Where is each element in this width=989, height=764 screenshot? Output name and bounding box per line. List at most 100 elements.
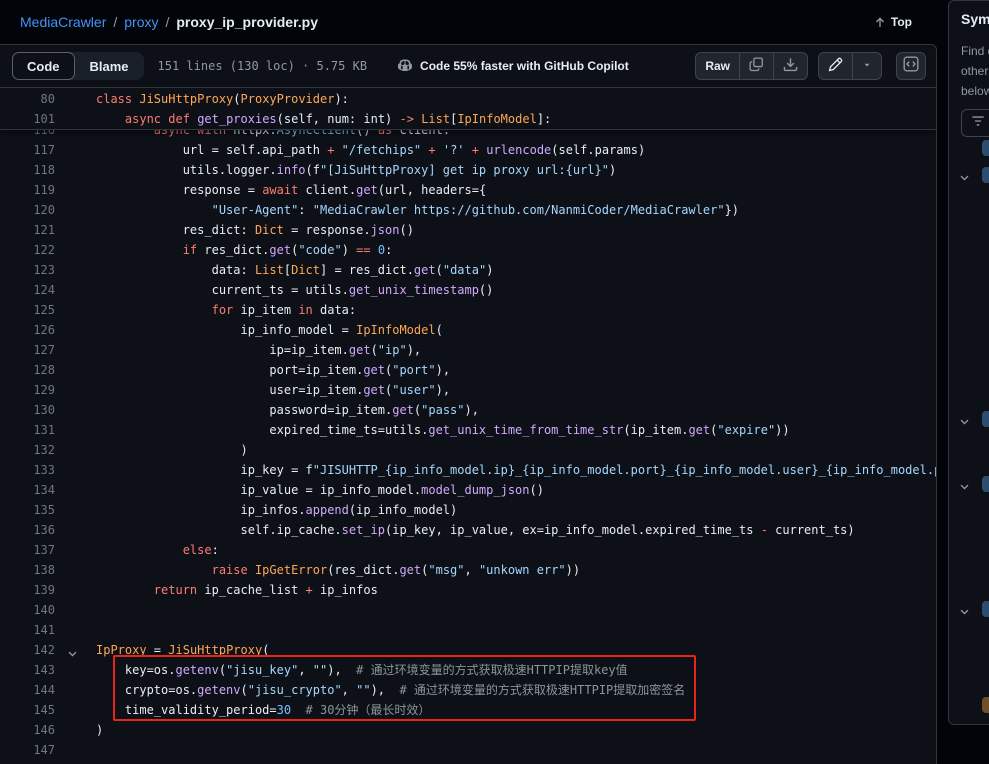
code-line: 146) — [0, 720, 936, 740]
line-number[interactable]: 118 — [0, 160, 55, 180]
line-number[interactable]: 117 — [0, 140, 55, 160]
code-gutter — [55, 180, 96, 200]
code-text: password=ip_item.get("pass"), — [96, 400, 479, 420]
line-number[interactable]: 126 — [0, 320, 55, 340]
code-gutter — [55, 560, 96, 580]
line-number[interactable]: 131 — [0, 420, 55, 440]
code-line: 135 ip_infos.append(ip_info_model) — [0, 500, 936, 520]
code-text: utils.logger.info(f"[JiSuHttpProxy] get … — [96, 160, 616, 180]
copilot-banner-text: Code 55% faster with GitHub Copilot — [420, 59, 629, 73]
line-number[interactable]: 120 — [0, 200, 55, 220]
line-number[interactable]: 123 — [0, 260, 55, 280]
code-text: for ip_item in data: — [96, 300, 356, 320]
symbol-row-chevron-icon[interactable] — [959, 170, 970, 188]
line-number[interactable]: 140 — [0, 600, 55, 620]
line-number[interactable]: 80 — [0, 89, 55, 109]
line-number[interactable]: 116 — [0, 130, 55, 140]
symbol-kind-badge[interactable] — [982, 697, 989, 713]
copilot-icon — [397, 57, 413, 76]
symbol-row-chevron-icon[interactable] — [959, 479, 970, 497]
code-line: 129 user=ip_item.get("user"), — [0, 380, 936, 400]
line-number[interactable]: 134 — [0, 480, 55, 500]
line-number[interactable]: 122 — [0, 240, 55, 260]
code-line: 126 ip_info_model = IpInfoModel( — [0, 320, 936, 340]
code-gutter — [55, 380, 96, 400]
code-gutter — [55, 300, 96, 320]
code-gutter — [55, 340, 96, 360]
tab-code[interactable]: Code — [12, 52, 75, 80]
line-number[interactable]: 125 — [0, 300, 55, 320]
code-text: class JiSuHttpProxy(ProxyProvider): — [96, 89, 349, 109]
download-raw-button[interactable] — [773, 53, 807, 79]
code-line: 139 return ip_cache_list + ip_infos — [0, 580, 936, 600]
code-text: ip=ip_item.get("ip"), — [96, 340, 421, 360]
symbol-row-chevron-icon[interactable] — [959, 604, 970, 622]
line-number[interactable]: 138 — [0, 560, 55, 580]
breadcrumb-folder-link[interactable]: proxy — [124, 14, 158, 30]
line-number[interactable]: 136 — [0, 520, 55, 540]
code-gutter — [55, 580, 96, 600]
line-number[interactable]: 141 — [0, 620, 55, 640]
code-text: ip_value = ip_info_model.model_dump_json… — [96, 480, 544, 500]
breadcrumb-separator: / — [113, 14, 117, 30]
line-number[interactable]: 135 — [0, 500, 55, 520]
code-viewer: 80 class JiSuHttpProxy(ProxyProvider): 101… — [0, 88, 936, 763]
code-text: time_validity_period=30 # 30分钟（最长时效） — [96, 700, 430, 720]
line-number[interactable]: 139 — [0, 580, 55, 600]
code-gutter — [55, 280, 96, 300]
code-text: port=ip_item.get("port"), — [96, 360, 450, 380]
code-text: crypto=os.getenv("jisu_crypto", ""), # 通… — [96, 680, 685, 700]
line-number[interactable]: 137 — [0, 540, 55, 560]
symbol-kind-badge[interactable] — [982, 140, 989, 156]
dropdown-caret-icon — [862, 59, 872, 73]
code-text: self.ip_cache.set_ip(ip_key, ip_value, e… — [96, 520, 855, 540]
line-number[interactable]: 143 — [0, 660, 55, 680]
code-line: 137 else: — [0, 540, 936, 560]
code-line: 131 expired_time_ts=utils.get_unix_time_… — [0, 420, 936, 440]
symbol-row-chevron-icon[interactable] — [959, 414, 970, 432]
line-number[interactable]: 129 — [0, 380, 55, 400]
symbol-kind-badge[interactable] — [982, 601, 989, 617]
code-symbols-icon — [903, 56, 919, 77]
tab-blame[interactable]: Blame — [75, 52, 144, 80]
code-line: 128 port=ip_item.get("port"), — [0, 360, 936, 380]
line-number[interactable]: 121 — [0, 220, 55, 240]
line-number[interactable]: 124 — [0, 280, 55, 300]
line-number[interactable]: 145 — [0, 700, 55, 720]
symbol-kind-badge[interactable] — [982, 411, 989, 427]
line-number[interactable]: 133 — [0, 460, 55, 480]
code-gutter — [55, 320, 96, 340]
edit-file-button[interactable] — [819, 53, 852, 79]
code-line: 123 data: List[Dict] = res_dict.get("dat… — [0, 260, 936, 280]
breadcrumb-repo-link[interactable]: MediaCrawler — [20, 14, 106, 30]
line-number[interactable]: 127 — [0, 340, 55, 360]
raw-button[interactable]: Raw — [696, 53, 739, 79]
code-lines: 117 url = self.api_path + "/fetchips" + … — [0, 140, 936, 760]
code-line: 140 — [0, 600, 936, 620]
copy-raw-button[interactable] — [739, 53, 773, 79]
code-text: ) — [96, 720, 103, 740]
scroll-to-top-label: Top — [891, 15, 912, 29]
line-number[interactable]: 142 — [0, 640, 55, 660]
symbol-kind-badge[interactable] — [982, 167, 989, 183]
line-number[interactable]: 132 — [0, 440, 55, 460]
code-text: res_dict: Dict = response.json() — [96, 220, 414, 240]
code-line: 145 time_validity_period=30 # 30分钟（最长时效） — [0, 700, 936, 720]
symbol-kind-badge[interactable] — [982, 476, 989, 492]
line-number[interactable]: 128 — [0, 360, 55, 380]
code-text: current_ts = utils.get_unix_timestamp() — [96, 280, 493, 300]
code-text: return ip_cache_list + ip_infos — [96, 580, 378, 600]
line-number[interactable]: 144 — [0, 680, 55, 700]
line-number[interactable]: 101 — [0, 109, 55, 129]
code-text: response = await client.get(url, headers… — [96, 180, 486, 200]
code-text: data: List[Dict] = res_dict.get("data") — [96, 260, 493, 280]
edit-dropdown-button[interactable] — [852, 53, 881, 79]
code-gutter — [55, 460, 96, 480]
scroll-to-top-button[interactable]: Top — [868, 11, 918, 33]
line-number[interactable]: 130 — [0, 400, 55, 420]
symbols-panel-toggle-button[interactable] — [896, 52, 926, 80]
line-number[interactable]: 146 — [0, 720, 55, 740]
line-number[interactable]: 119 — [0, 180, 55, 200]
code-gutter — [55, 740, 96, 760]
line-number[interactable]: 147 — [0, 740, 55, 760]
